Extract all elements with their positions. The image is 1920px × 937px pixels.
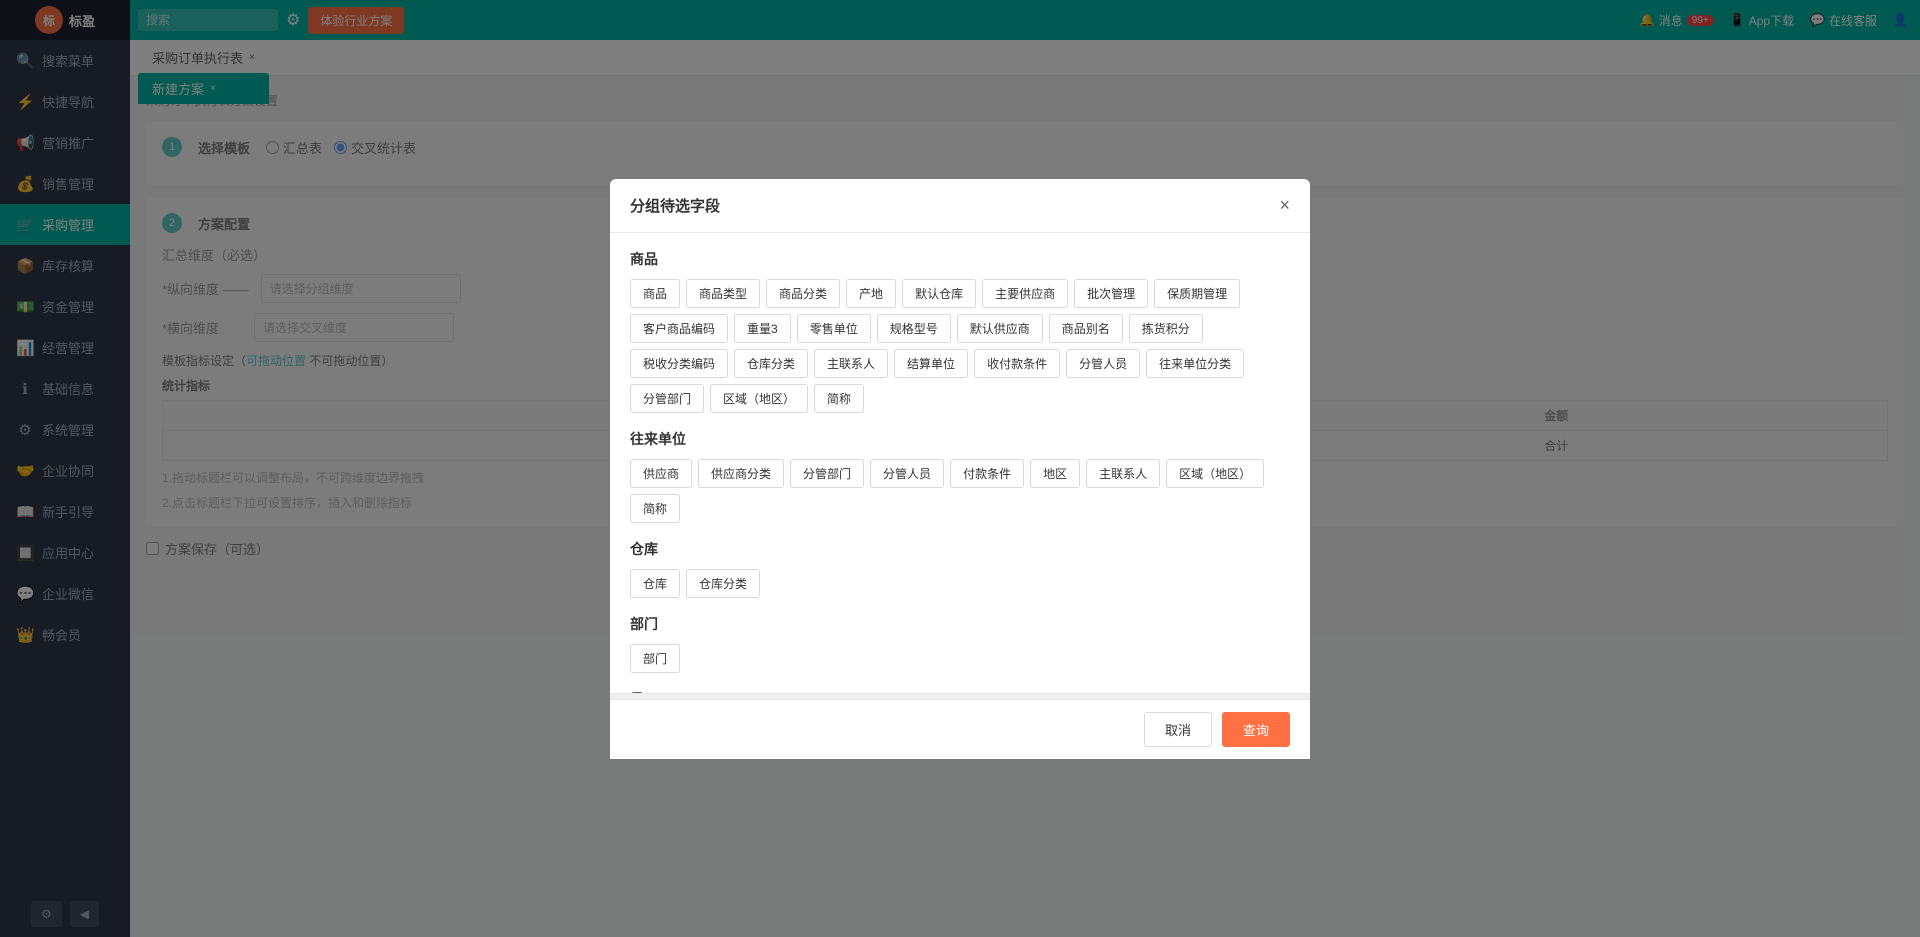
field-tag-0-7[interactable]: 保质期管理: [1154, 279, 1240, 308]
field-tag-0-10[interactable]: 零售单位: [797, 314, 871, 343]
field-tag-0-8[interactable]: 客户商品编码: [630, 314, 728, 343]
modal-cancel-button[interactable]: 取消: [1144, 712, 1212, 747]
field-tags-0: 商品商品类型商品分类产地默认仓库主要供应商批次管理保质期管理客户商品编码重量3零…: [630, 279, 1290, 413]
field-tag-0-11[interactable]: 规格型号: [877, 314, 951, 343]
field-tag-0-23[interactable]: 区域（地区）: [710, 384, 808, 413]
field-group-title-1: 往来单位: [630, 429, 1290, 449]
field-tag-0-13[interactable]: 商品别名: [1049, 314, 1123, 343]
field-tag-0-24[interactable]: 简称: [814, 384, 864, 413]
field-tag-0-2[interactable]: 商品分类: [766, 279, 840, 308]
field-tag-1-4[interactable]: 付款条件: [950, 459, 1024, 488]
field-tag-0-3[interactable]: 产地: [846, 279, 896, 308]
field-tag-0-16[interactable]: 仓库分类: [734, 349, 808, 378]
modal-overlay: 分组待选字段 × 商品商品商品类型商品分类产地默认仓库主要供应商批次管理保质期管…: [0, 0, 1920, 937]
field-tags-3: 部门: [630, 644, 1290, 673]
field-tag-0-18[interactable]: 结算单位: [894, 349, 968, 378]
field-tag-0-6[interactable]: 批次管理: [1074, 279, 1148, 308]
modal-confirm-button[interactable]: 查询: [1222, 712, 1290, 747]
field-tag-0-15[interactable]: 税收分类编码: [630, 349, 728, 378]
field-group-1: 往来单位供应商供应商分类分管部门分管人员付款条件地区主联系人区域（地区） 简称: [630, 429, 1290, 523]
field-tag-0-0[interactable]: 商品: [630, 279, 680, 308]
field-group-title-0: 商品: [630, 249, 1290, 269]
modal-footer: 取消 查询: [610, 699, 1310, 759]
field-tag-1-7[interactable]: 区域（地区）: [1166, 459, 1264, 488]
field-tag-0-1[interactable]: 商品类型: [686, 279, 760, 308]
field-tags-1: 供应商供应商分类分管部门分管人员付款条件地区主联系人区域（地区） 简称: [630, 459, 1290, 523]
field-tag-1-3[interactable]: 分管人员: [870, 459, 944, 488]
field-tag-1-0[interactable]: 供应商: [630, 459, 692, 488]
field-group-3: 部门部门: [630, 614, 1290, 673]
field-tags-2: 仓库仓库分类: [630, 569, 1290, 598]
modal-title: 分组待选字段: [630, 195, 720, 216]
field-tag-0-20[interactable]: 分管人员: [1066, 349, 1140, 378]
field-tag-3-0[interactable]: 部门: [630, 644, 680, 673]
field-tag-0-4[interactable]: 默认仓库: [902, 279, 976, 308]
field-tag-0-19[interactable]: 收付款条件: [974, 349, 1060, 378]
field-tag-1-1[interactable]: 供应商分类: [698, 459, 784, 488]
modal-close-button[interactable]: ×: [1279, 195, 1290, 216]
field-group-2: 仓库仓库仓库分类: [630, 539, 1290, 598]
field-tag-1-8[interactable]: 简称: [630, 494, 680, 523]
field-tag-1-5[interactable]: 地区: [1030, 459, 1080, 488]
field-tag-0-22[interactable]: 分管部门: [630, 384, 704, 413]
field-tag-2-1[interactable]: 仓库分类: [686, 569, 760, 598]
modal-header: 分组待选字段 ×: [610, 179, 1310, 233]
field-tag-1-6[interactable]: 主联系人: [1086, 459, 1160, 488]
field-tag-0-21[interactable]: 往来单位分类: [1146, 349, 1244, 378]
field-tag-0-12[interactable]: 默认供应商: [957, 314, 1043, 343]
modal-body[interactable]: 商品商品商品类型商品分类产地默认仓库主要供应商批次管理保质期管理客户商品编码重量…: [610, 233, 1310, 693]
field-tag-1-2[interactable]: 分管部门: [790, 459, 864, 488]
field-group-title-3: 部门: [630, 614, 1290, 634]
field-group-0: 商品商品商品类型商品分类产地默认仓库主要供应商批次管理保质期管理客户商品编码重量…: [630, 249, 1290, 413]
field-select-modal: 分组待选字段 × 商品商品商品类型商品分类产地默认仓库主要供应商批次管理保质期管…: [610, 179, 1310, 759]
field-tag-0-14[interactable]: 拣货积分: [1129, 314, 1203, 343]
field-tag-0-5[interactable]: 主要供应商: [982, 279, 1068, 308]
field-tag-0-9[interactable]: 重量3: [734, 314, 791, 343]
field-tag-2-0[interactable]: 仓库: [630, 569, 680, 598]
field-group-title-2: 仓库: [630, 539, 1290, 559]
field-tag-0-17[interactable]: 主联系人: [814, 349, 888, 378]
modal-sections: 商品商品商品类型商品分类产地默认仓库主要供应商批次管理保质期管理客户商品编码重量…: [630, 249, 1290, 693]
